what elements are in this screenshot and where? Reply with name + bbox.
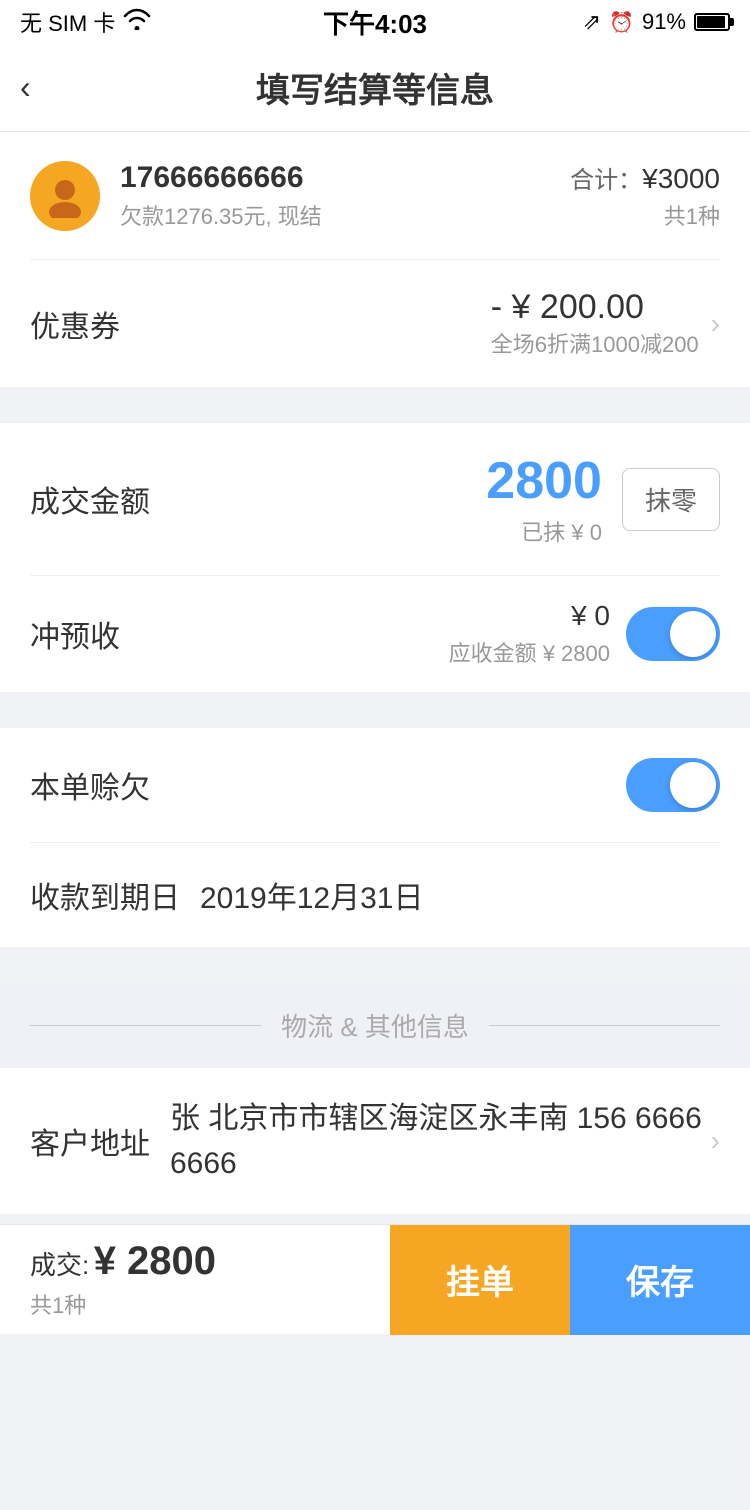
duedate-label: 收款到期日 bbox=[30, 873, 180, 917]
divider-line-right bbox=[489, 1025, 720, 1026]
amount-label: 成交金额 bbox=[30, 477, 150, 521]
user-info: 17666666666 欠款1276.35元, 现结 bbox=[120, 161, 322, 231]
amount-right: 2800 已抹 ¥ 0 抹零 bbox=[486, 451, 720, 547]
status-right: ⇗ ⏰ 91% bbox=[583, 9, 730, 35]
amount-row: 成交金额 2800 已抹 ¥ 0 抹零 bbox=[0, 423, 750, 575]
alarm-icon: ⏰ bbox=[609, 10, 634, 35]
wifi-icon bbox=[123, 8, 151, 36]
status-left: 无 SIM 卡 bbox=[20, 6, 151, 38]
prereceive-label: 冲预收 bbox=[30, 612, 120, 656]
logistics-section-divider: 物流 & 其他信息 bbox=[0, 983, 750, 1068]
owndebt-toggle[interactable] bbox=[626, 758, 720, 812]
coupon-amount: - ¥ 200.00 bbox=[491, 288, 699, 327]
round-button[interactable]: 抹零 bbox=[622, 468, 720, 531]
divider-line-left bbox=[30, 1025, 261, 1026]
gray-separator3 bbox=[0, 963, 750, 983]
nav-bar: ‹ 填写结算等信息 bbox=[0, 44, 750, 132]
carrier-text: 无 SIM 卡 bbox=[20, 6, 115, 38]
user-info-card: 17666666666 欠款1276.35元, 现结 合计：¥3000 共1种 … bbox=[0, 132, 750, 387]
back-button[interactable]: ‹ bbox=[20, 69, 31, 106]
prereceive-toggle[interactable] bbox=[626, 607, 720, 661]
toggle-thumb bbox=[670, 611, 716, 657]
save-button[interactable]: 保存 bbox=[570, 1225, 750, 1335]
own-debt-card: 本单赊欠 收款到期日 2019年12月31日 bbox=[0, 728, 750, 947]
address-chevron-icon: › bbox=[711, 1125, 720, 1157]
battery-percentage: 91% bbox=[642, 9, 686, 35]
owndebt-row: 本单赊欠 bbox=[0, 728, 750, 842]
owndebt-toggle-thumb bbox=[670, 762, 716, 808]
battery-icon bbox=[694, 13, 730, 31]
user-left: 17666666666 欠款1276.35元, 现结 bbox=[30, 161, 322, 231]
user-row: 17666666666 欠款1276.35元, 现结 合计：¥3000 共1种 bbox=[0, 132, 750, 259]
prereceive-right: ¥ 0 应收金额 ¥ 2800 bbox=[449, 600, 720, 668]
coupon-label: 优惠券 bbox=[30, 302, 120, 346]
gray-separator bbox=[0, 403, 750, 423]
prereceive-row: 冲预收 ¥ 0 应收金额 ¥ 2800 bbox=[0, 576, 750, 692]
bottom-amount: ¥ 2800 bbox=[94, 1239, 216, 1283]
amount-sub: 已抹 ¥ 0 bbox=[486, 515, 602, 547]
bottom-deal-row: 成交: ¥ 2800 bbox=[30, 1239, 360, 1284]
amount-values: 2800 已抹 ¥ 0 bbox=[486, 451, 602, 547]
coupon-info: - ¥ 200.00 全场6折满1000减200 bbox=[491, 288, 699, 359]
bottom-count: 共1种 bbox=[30, 1288, 360, 1320]
address-row[interactable]: 客户地址 张 北京市市辖区海淀区永丰南 156 6666 6666 › bbox=[0, 1068, 750, 1214]
bottom-summary: 成交: ¥ 2800 共1种 bbox=[0, 1239, 390, 1320]
user-sub-text: 欠款1276.35元, 现结 bbox=[120, 199, 322, 231]
address-value: 张 北京市市辖区海淀区永丰南 156 6666 6666 bbox=[170, 1096, 711, 1186]
address-card: 客户地址 张 北京市市辖区海淀区永丰南 156 6666 6666 › bbox=[0, 1068, 750, 1214]
total-label: 合计：¥3000 bbox=[570, 160, 720, 195]
hold-button[interactable]: 挂单 bbox=[390, 1225, 570, 1335]
duedate-row: 收款到期日 2019年12月31日 bbox=[0, 843, 750, 947]
duedate-value: 2019年12月31日 bbox=[200, 873, 423, 917]
logistics-label: 物流 & 其他信息 bbox=[281, 1007, 469, 1044]
bottom-deal-label: 成交: bbox=[30, 1250, 89, 1280]
deal-amount-card: 成交金额 2800 已抹 ¥ 0 抹零 冲预收 ¥ 0 应收金额 ¥ 2800 bbox=[0, 423, 750, 692]
avatar bbox=[30, 161, 100, 231]
user-phone: 17666666666 bbox=[120, 161, 322, 195]
coupon-right: - ¥ 200.00 全场6折满1000减200 › bbox=[491, 288, 720, 359]
status-bar: 无 SIM 卡 下午4:03 ⇗ ⏰ 91% bbox=[0, 0, 750, 44]
coupon-row[interactable]: 优惠券 - ¥ 200.00 全场6折满1000减200 › bbox=[0, 260, 750, 387]
chevron-right-icon: › bbox=[711, 308, 720, 340]
coupon-desc: 全场6折满1000减200 bbox=[491, 327, 699, 359]
owndebt-label: 本单赊欠 bbox=[30, 763, 150, 807]
gray-separator2 bbox=[0, 708, 750, 728]
address-label: 客户地址 bbox=[30, 1119, 150, 1163]
location-icon: ⇗ bbox=[583, 9, 601, 35]
status-time: 下午4:03 bbox=[323, 4, 427, 41]
prereceive-values: ¥ 0 应收金额 ¥ 2800 bbox=[449, 600, 610, 668]
prereceive-amount: ¥ 0 bbox=[449, 600, 610, 632]
total-count: 共1种 bbox=[570, 199, 720, 231]
page-title: 填写结算等信息 bbox=[256, 63, 494, 112]
amount-value: 2800 bbox=[486, 451, 602, 511]
user-right: 合计：¥3000 共1种 bbox=[570, 160, 720, 231]
bottom-bar: 成交: ¥ 2800 共1种 挂单 保存 bbox=[0, 1224, 750, 1334]
prereceive-sub: 应收金额 ¥ 2800 bbox=[449, 636, 610, 668]
